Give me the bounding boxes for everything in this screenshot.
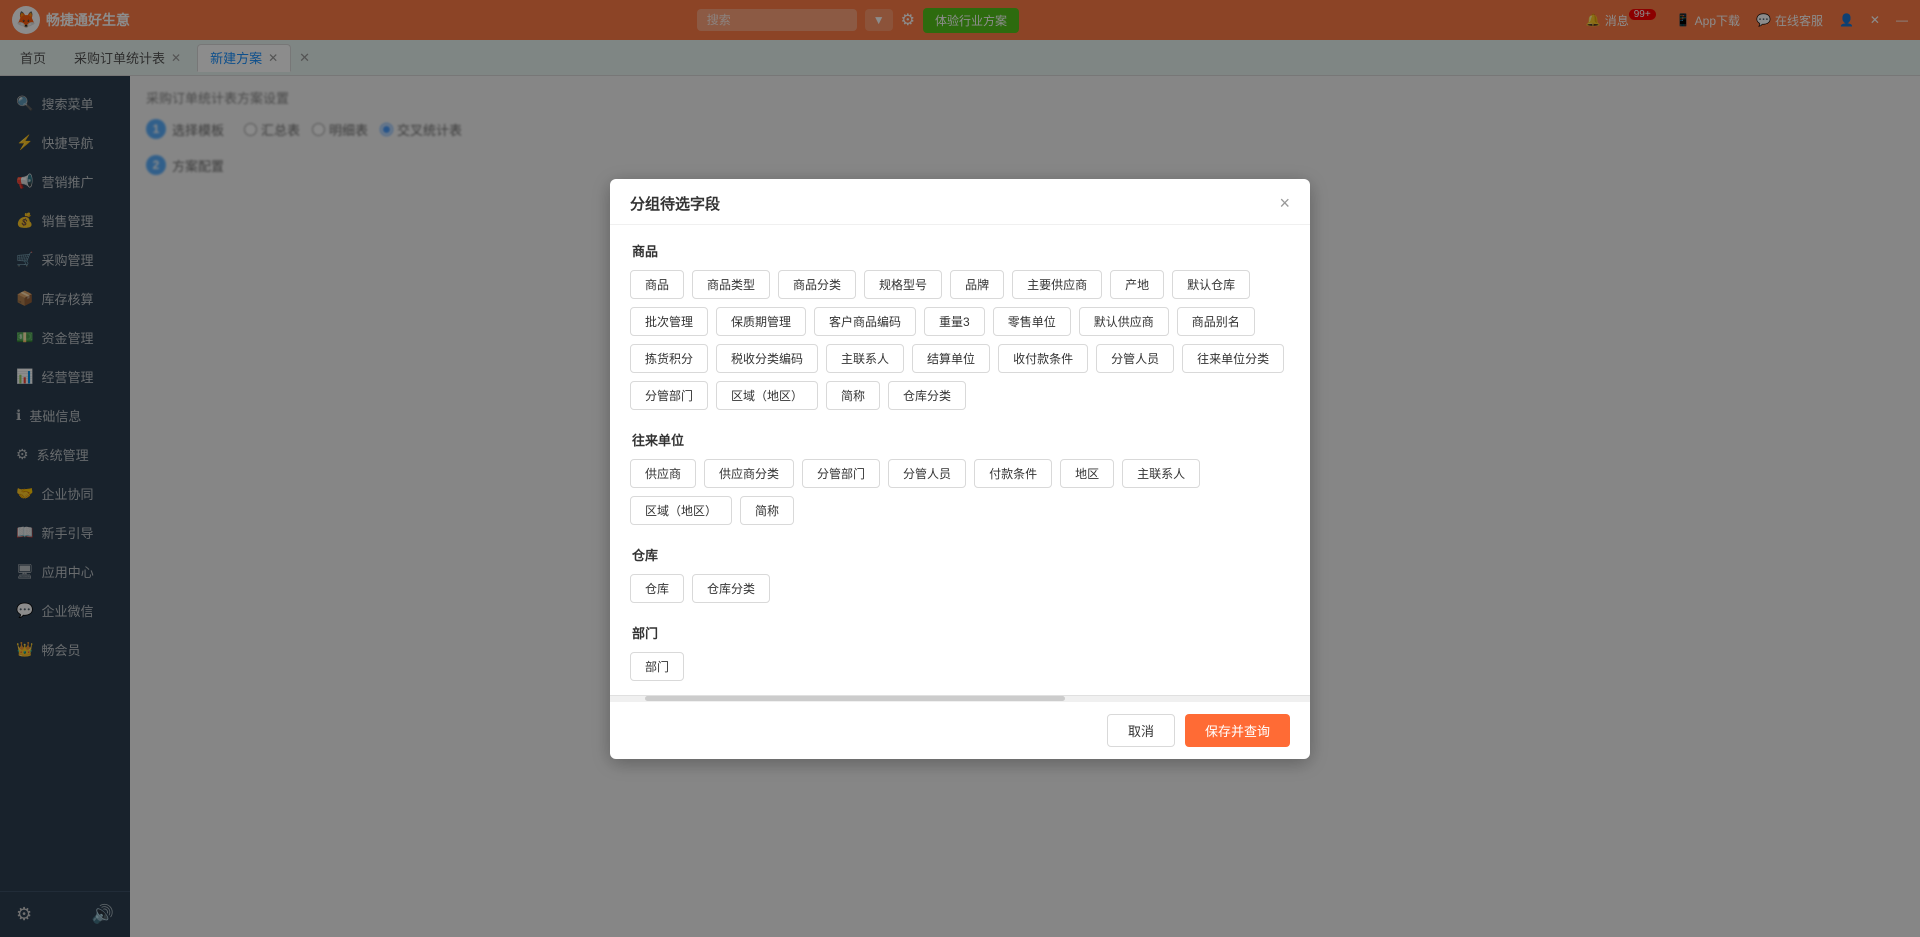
modal-title: 分组待选字段 (630, 193, 720, 214)
field-tag-weight3[interactable]: 重量3 (924, 307, 985, 336)
horizontal-scrollbar[interactable] (610, 695, 1310, 701)
modal-close-button[interactable]: × (1279, 193, 1290, 214)
section-warehouse: 仓库 仓库 仓库分类 (630, 545, 1290, 603)
cancel-button[interactable]: 取消 (1107, 714, 1175, 747)
modal-body[interactable]: 商品 商品 商品类型 商品分类 规格型号 品牌 主要供应商 产地 默认仓库 批次… (610, 225, 1310, 695)
field-tag-main-contact[interactable]: 主联系人 (826, 344, 904, 373)
section-partner: 往来单位 供应商 供应商分类 分管部门 分管人员 付款条件 地区 主联系人 区域… (630, 430, 1290, 525)
field-tag-origin[interactable]: 产地 (1110, 270, 1164, 299)
field-tag-main-supplier[interactable]: 主要供应商 (1012, 270, 1102, 299)
field-tag-pick-score[interactable]: 拣货积分 (630, 344, 708, 373)
field-tag-supplier-category[interactable]: 供应商分类 (704, 459, 794, 488)
department-field-tags: 部门 (630, 652, 1290, 681)
section-product: 商品 商品 商品类型 商品分类 规格型号 品牌 主要供应商 产地 默认仓库 批次… (630, 241, 1290, 410)
section-department: 部门 部门 (630, 623, 1290, 681)
field-tag-product-alias[interactable]: 商品别名 (1177, 307, 1255, 336)
field-tag-dept[interactable]: 分管部门 (630, 381, 708, 410)
field-tag-product-category[interactable]: 商品分类 (778, 270, 856, 299)
field-tag-partner-manager[interactable]: 分管人员 (888, 459, 966, 488)
field-tag-retail-unit[interactable]: 零售单位 (993, 307, 1071, 336)
field-tag-partner-short[interactable]: 简称 (740, 496, 794, 525)
warehouse-field-tags: 仓库 仓库分类 (630, 574, 1290, 603)
modal-header: 分组待选字段 × (610, 179, 1310, 225)
field-tag-spec-model[interactable]: 规格型号 (864, 270, 942, 299)
field-tag-batch-mgmt[interactable]: 批次管理 (630, 307, 708, 336)
field-tag-tax-code[interactable]: 税收分类编码 (716, 344, 818, 373)
field-tag-supplier[interactable]: 供应商 (630, 459, 696, 488)
section-department-title: 部门 (630, 623, 1290, 642)
section-warehouse-title: 仓库 (630, 545, 1290, 564)
field-tag-partner-region[interactable]: 区域（地区） (630, 496, 732, 525)
field-tag-settlement-unit[interactable]: 结算单位 (912, 344, 990, 373)
field-tag-payment-condition[interactable]: 付款条件 (974, 459, 1052, 488)
partner-field-tags: 供应商 供应商分类 分管部门 分管人员 付款条件 地区 主联系人 区域（地区） … (630, 459, 1290, 525)
field-tag-default-warehouse[interactable]: 默认仓库 (1172, 270, 1250, 299)
modal-footer: 取消 保存并查询 (610, 701, 1310, 759)
field-tag-warehouse-category[interactable]: 仓库分类 (888, 381, 966, 410)
field-tag-partner-dept[interactable]: 分管部门 (802, 459, 880, 488)
section-partner-title: 往来单位 (630, 430, 1290, 449)
field-tag-manager[interactable]: 分管人员 (1096, 344, 1174, 373)
field-tag-product-type[interactable]: 商品类型 (692, 270, 770, 299)
field-tag-region[interactable]: 区域（地区） (716, 381, 818, 410)
product-field-tags: 商品 商品类型 商品分类 规格型号 品牌 主要供应商 产地 默认仓库 批次管理 … (630, 270, 1290, 410)
field-tag-payment-terms[interactable]: 收付款条件 (998, 344, 1088, 373)
field-tag-expiry-mgmt[interactable]: 保质期管理 (716, 307, 806, 336)
field-tag-customer-code[interactable]: 客户商品编码 (814, 307, 916, 336)
field-tag-product[interactable]: 商品 (630, 270, 684, 299)
section-product-title: 商品 (630, 241, 1290, 260)
field-selection-modal: 分组待选字段 × 商品 商品 商品类型 商品分类 规格型号 品牌 主要供应商 产… (610, 179, 1310, 759)
field-tag-district[interactable]: 地区 (1060, 459, 1114, 488)
modal-overlay: 分组待选字段 × 商品 商品 商品类型 商品分类 规格型号 品牌 主要供应商 产… (0, 0, 1920, 937)
field-tag-warehouse-cat[interactable]: 仓库分类 (692, 574, 770, 603)
h-scroll-thumb[interactable] (645, 696, 1065, 701)
field-tag-short-name[interactable]: 简称 (826, 381, 880, 410)
field-tag-warehouse[interactable]: 仓库 (630, 574, 684, 603)
field-tag-default-supplier[interactable]: 默认供应商 (1079, 307, 1169, 336)
field-tag-partner-category[interactable]: 往来单位分类 (1182, 344, 1284, 373)
field-tag-partner-contact[interactable]: 主联系人 (1122, 459, 1200, 488)
confirm-button[interactable]: 保存并查询 (1185, 714, 1290, 747)
field-tag-department[interactable]: 部门 (630, 652, 684, 681)
field-tag-brand[interactable]: 品牌 (950, 270, 1004, 299)
